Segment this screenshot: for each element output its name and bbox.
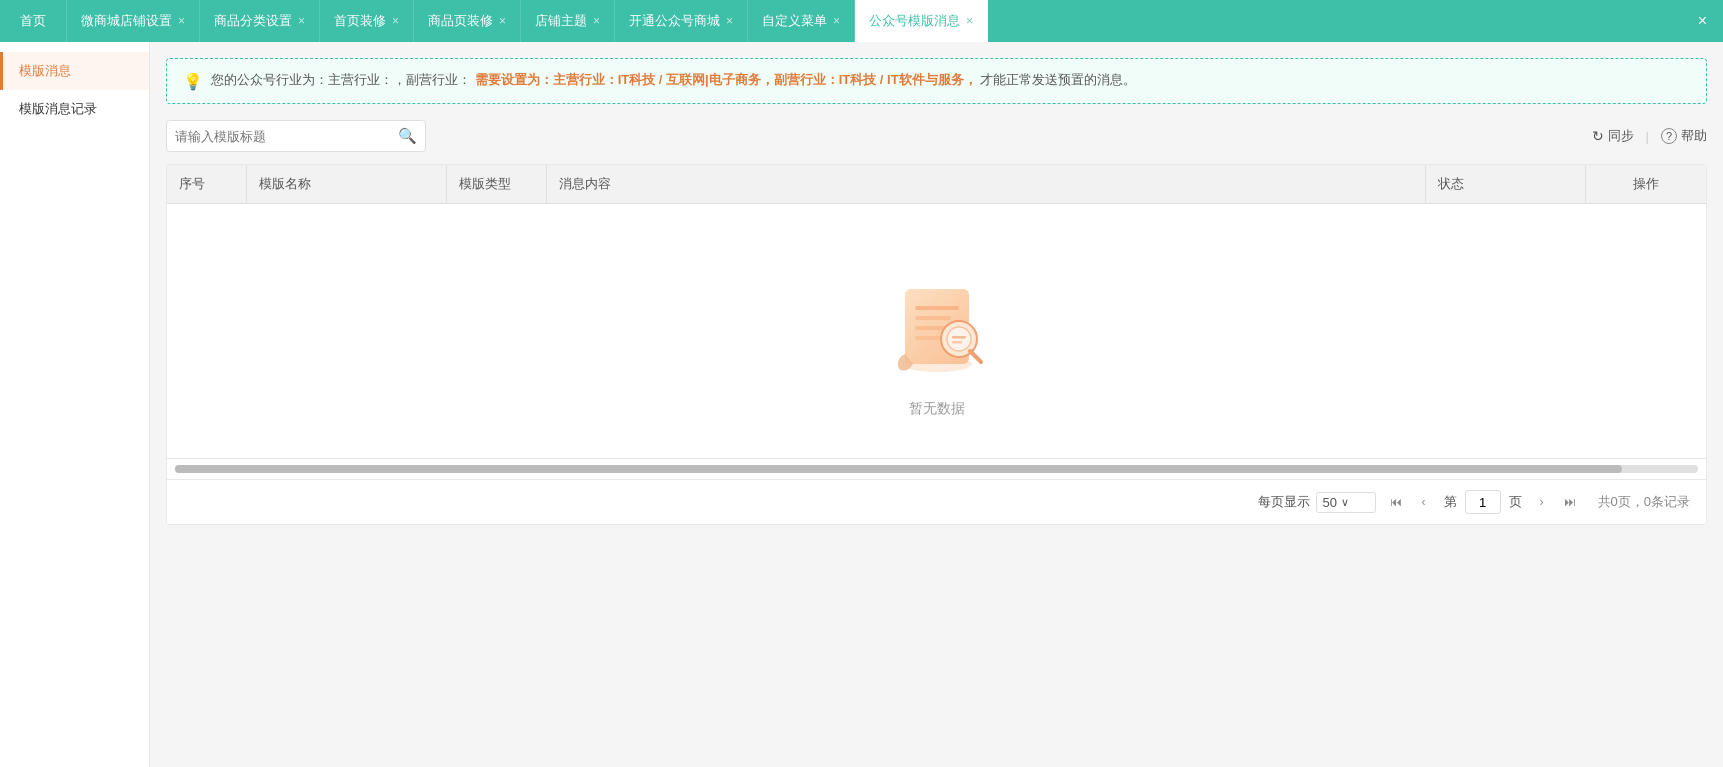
topbar-close-open-wechat-shop[interactable]: × [726,14,733,28]
svg-line-9 [970,351,981,362]
sidebar-item-template-msg-record[interactable]: 模版消息记录 [0,90,149,128]
alert-highlight: 需要设置为：主营行业：IT科技 / 互联网|电子商务，副营行业：IT科技 / I… [475,72,977,87]
topbar: 首页 微商城店铺设置 × 商品分类设置 × 首页装修 × 商品页装修 × 店铺主… [0,0,1723,42]
sync-label: 同步 [1608,127,1634,145]
topbar-label-custom-menu: 自定义菜单 [762,12,827,30]
svg-rect-4 [915,316,951,320]
search-bar: 🔍 ↻ 同步 | ? 帮助 [166,120,1707,152]
first-page-button[interactable]: ⏮ [1384,490,1408,514]
page-nav: ⏮ ‹ 第 页 › ⏭ [1384,490,1582,514]
topbar-label-product-page-decor: 商品页装修 [428,12,493,30]
scrollbar-track[interactable] [175,465,1698,473]
divider: | [1646,129,1649,144]
th-seq: 序号 [167,165,247,203]
sidebar-label-template-msg-record: 模版消息记录 [19,101,97,116]
topbar-item-home-decor[interactable]: 首页装修 × [320,0,414,42]
per-page-select[interactable]: 50 ∨ [1316,492,1376,513]
last-page-button[interactable]: ⏭ [1558,490,1582,514]
page-total-label: 共0页，0条记录 [1598,493,1690,511]
topbar-close-product-page-decor[interactable]: × [499,14,506,28]
topbar-label-shop-theme: 店铺主题 [535,12,587,30]
svg-rect-3 [915,306,959,310]
empty-text: 暂无数据 [909,400,965,418]
per-page-value: 50 [1323,495,1337,510]
next-page-button[interactable]: › [1530,490,1554,514]
search-input[interactable] [175,129,398,144]
search-input-wrap[interactable]: 🔍 [166,120,426,152]
main-layout: 模版消息 模版消息记录 💡 您的公众号行业为：主营行业：，副营行业： 需要设置为… [0,42,1723,767]
topbar-label-shop-settings: 微商城店铺设置 [81,12,172,30]
search-actions: ↻ 同步 | ? 帮助 [1592,127,1707,145]
topbar-item-shop-settings[interactable]: 微商城店铺设置 × [67,0,200,42]
alert-prefix: 您的公众号行业为：主营行业：，副营行业： [211,72,471,87]
topbar-item-home[interactable]: 首页 [0,0,67,42]
help-label: 帮助 [1681,127,1707,145]
th-name: 模版名称 [247,165,447,203]
alert-suffix: 才能正常发送预置的消息。 [980,72,1136,87]
sync-button[interactable]: ↻ 同步 [1592,127,1634,145]
topbar-close-template-message[interactable]: × [966,14,973,28]
topbar-close-all-button[interactable]: × [1682,12,1723,30]
scrollbar-thumb[interactable] [175,465,1622,473]
content-area: 💡 您的公众号行业为：主营行业：，副营行业： 需要设置为：主营行业：IT科技 /… [150,42,1723,767]
th-status: 状态 [1426,165,1586,203]
topbar-label-template-message: 公众号模版消息 [869,12,960,30]
per-page-chevron-icon: ∨ [1341,496,1349,509]
sidebar: 模版消息 模版消息记录 [0,42,150,767]
svg-point-8 [947,327,971,351]
page-number-input[interactable] [1465,490,1501,514]
sync-icon: ↻ [1592,128,1604,144]
th-type: 模版类型 [447,165,547,203]
topbar-close-home-decor[interactable]: × [392,14,399,28]
per-page-label: 每页显示 [1258,493,1310,511]
per-page-wrap: 每页显示 50 ∨ [1258,492,1376,513]
topbar-item-template-message[interactable]: 公众号模版消息 × [855,0,988,42]
search-icon[interactable]: 🔍 [398,127,417,145]
pagination: 每页显示 50 ∨ ⏮ ‹ 第 页 › ⏭ 共0页，0条记录 [167,479,1706,524]
topbar-item-product-page-decor[interactable]: 商品页装修 × [414,0,521,42]
alert-text: 您的公众号行业为：主营行业：，副营行业： 需要设置为：主营行业：IT科技 / 互… [211,71,1136,89]
prev-page-button[interactable]: ‹ [1412,490,1436,514]
topbar-label-product-category: 商品分类设置 [214,12,292,30]
topbar-label-home-decor: 首页装修 [334,12,386,30]
empty-svg [877,264,997,384]
th-content: 消息内容 [547,165,1426,203]
topbar-item-product-category[interactable]: 商品分类设置 × [200,0,320,42]
page-prefix-label: 第 [1444,493,1457,511]
topbar-close-shop-theme[interactable]: × [593,14,600,28]
svg-rect-10 [952,336,966,339]
empty-illustration [877,264,997,384]
topbar-label-home: 首页 [20,12,46,30]
topbar-close-shop-settings[interactable]: × [178,14,185,28]
scrollbar-row[interactable] [167,458,1706,479]
sidebar-item-template-msg[interactable]: 模版消息 [0,52,149,90]
topbar-close-custom-menu[interactable]: × [833,14,840,28]
page-unit-label: 页 [1509,493,1522,511]
alert-icon: 💡 [183,72,203,91]
empty-state: 暂无数据 [167,204,1706,458]
table-wrap: 序号 模版名称 模版类型 消息内容 状态 操作 [166,164,1707,525]
topbar-close-product-category[interactable]: × [298,14,305,28]
svg-rect-11 [952,341,962,344]
topbar-item-custom-menu[interactable]: 自定义菜单 × [748,0,855,42]
topbar-label-open-wechat-shop: 开通公众号商城 [629,12,720,30]
topbar-item-open-wechat-shop[interactable]: 开通公众号商城 × [615,0,748,42]
th-action: 操作 [1586,165,1706,203]
help-button[interactable]: ? 帮助 [1661,127,1707,145]
sidebar-label-template-msg: 模版消息 [19,63,71,78]
help-icon: ? [1661,128,1677,144]
topbar-item-shop-theme[interactable]: 店铺主题 × [521,0,615,42]
alert-box: 💡 您的公众号行业为：主营行业：，副营行业： 需要设置为：主营行业：IT科技 /… [166,58,1707,104]
table-header: 序号 模版名称 模版类型 消息内容 状态 操作 [167,165,1706,204]
